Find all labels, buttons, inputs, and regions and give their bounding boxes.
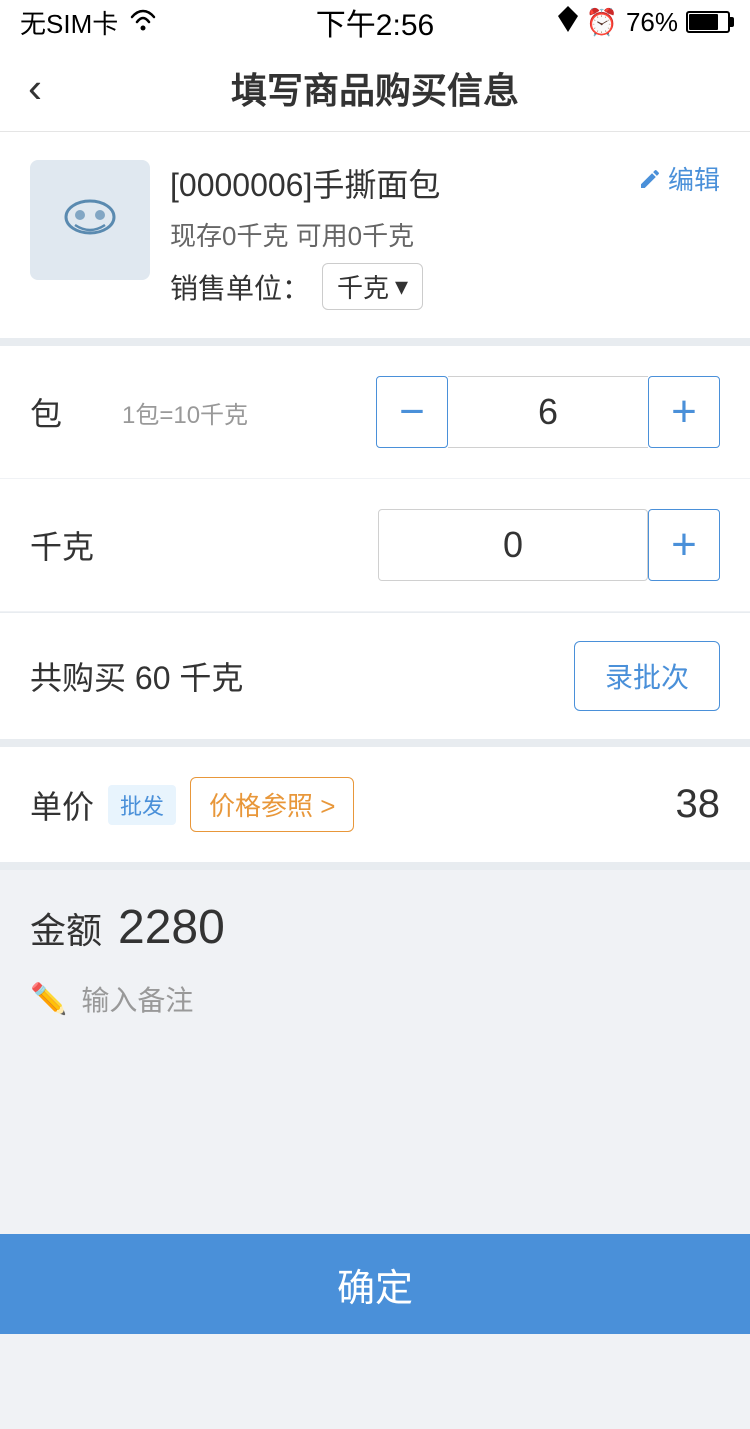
quantity-label-bao: 包	[30, 389, 110, 435]
total-value: 60	[135, 660, 171, 696]
plus-button-kg[interactable]: +	[648, 509, 720, 581]
status-bar: 无SIM卡 下午2:56 ⏰ 76%	[0, 0, 750, 44]
amount-value: 2280	[118, 900, 225, 955]
price-label: 单价	[30, 782, 94, 828]
quantity-row-kg: 千克 +	[0, 479, 750, 612]
price-value: 38	[676, 782, 721, 827]
product-info: [0000006]手撕面包 编辑 现存0千克 可用0千克 销售单位： 千克 ▾	[170, 160, 720, 310]
product-name: [0000006]手撕面包	[170, 160, 440, 206]
back-button[interactable]: ‹	[28, 67, 42, 109]
note-row[interactable]: ✏️ 输入备注	[30, 979, 720, 1019]
price-label-row: 单价 批发 价格参照 >	[30, 777, 354, 832]
alarm-icon: ⏰	[586, 7, 618, 38]
product-image	[30, 160, 150, 280]
price-section: 单价 批发 价格参照 > 38	[0, 747, 750, 870]
quantity-controls-kg: +	[378, 509, 720, 581]
status-left: 无SIM卡	[20, 4, 158, 41]
unit-value: 千克	[337, 268, 389, 305]
unit-label: 销售单位：	[170, 267, 310, 307]
quantity-label-kg: 千克	[30, 522, 110, 568]
batch-button[interactable]: 录批次	[574, 641, 720, 711]
confirm-bar[interactable]: 确定	[0, 1234, 750, 1334]
status-right: ⏰ 76%	[558, 6, 730, 39]
confirm-button[interactable]: 确定	[337, 1257, 413, 1312]
total-row: 共购买 60 千克 录批次	[0, 613, 750, 747]
battery-icon	[686, 11, 730, 33]
product-unit-row: 销售单位： 千克 ▾	[170, 263, 720, 310]
quantity-input-kg[interactable]	[378, 509, 648, 581]
carrier-text: 无SIM卡	[20, 4, 118, 41]
amount-label: 金额	[30, 902, 102, 954]
total-text: 共购买 60 千克	[30, 653, 243, 699]
status-time: 下午2:56	[316, 0, 434, 44]
note-placeholder: 输入备注	[81, 979, 193, 1019]
edit-link[interactable]: 编辑	[638, 160, 720, 197]
wifi-icon	[128, 7, 158, 38]
price-row: 单价 批发 价格参照 > 38	[30, 777, 720, 832]
product-stock: 现存0千克 可用0千克	[170, 216, 720, 253]
unit-select[interactable]: 千克 ▾	[322, 263, 423, 310]
nav-bar: ‹ 填写商品购买信息	[0, 44, 750, 132]
product-card: [0000006]手撕面包 编辑 现存0千克 可用0千克 销售单位： 千克 ▾	[0, 132, 750, 346]
quantity-section: 包 1包=10千克 − + 千克 +	[0, 346, 750, 613]
chevron-down-icon: ▾	[395, 271, 408, 302]
plus-button-bao[interactable]: +	[648, 376, 720, 448]
location-icon	[558, 6, 578, 39]
edit-label: 编辑	[668, 160, 720, 197]
amount-row: 金额 2280	[30, 900, 720, 955]
price-ref-button[interactable]: 价格参照 >	[190, 777, 354, 832]
quantity-sublabel-bao: 1包=10千克	[122, 395, 376, 430]
pencil-icon: ✏️	[30, 982, 67, 1017]
total-unit: 千克	[179, 660, 243, 696]
batch-tag: 批发	[108, 785, 176, 825]
quantity-input-bao[interactable]	[448, 376, 648, 448]
battery-percent: 76%	[626, 7, 678, 38]
page-title: 填写商品购买信息	[231, 62, 519, 114]
quantity-controls-bao: − +	[376, 376, 720, 448]
minus-button-bao[interactable]: −	[376, 376, 448, 448]
quantity-row-bao: 包 1包=10千克 − +	[0, 346, 750, 479]
